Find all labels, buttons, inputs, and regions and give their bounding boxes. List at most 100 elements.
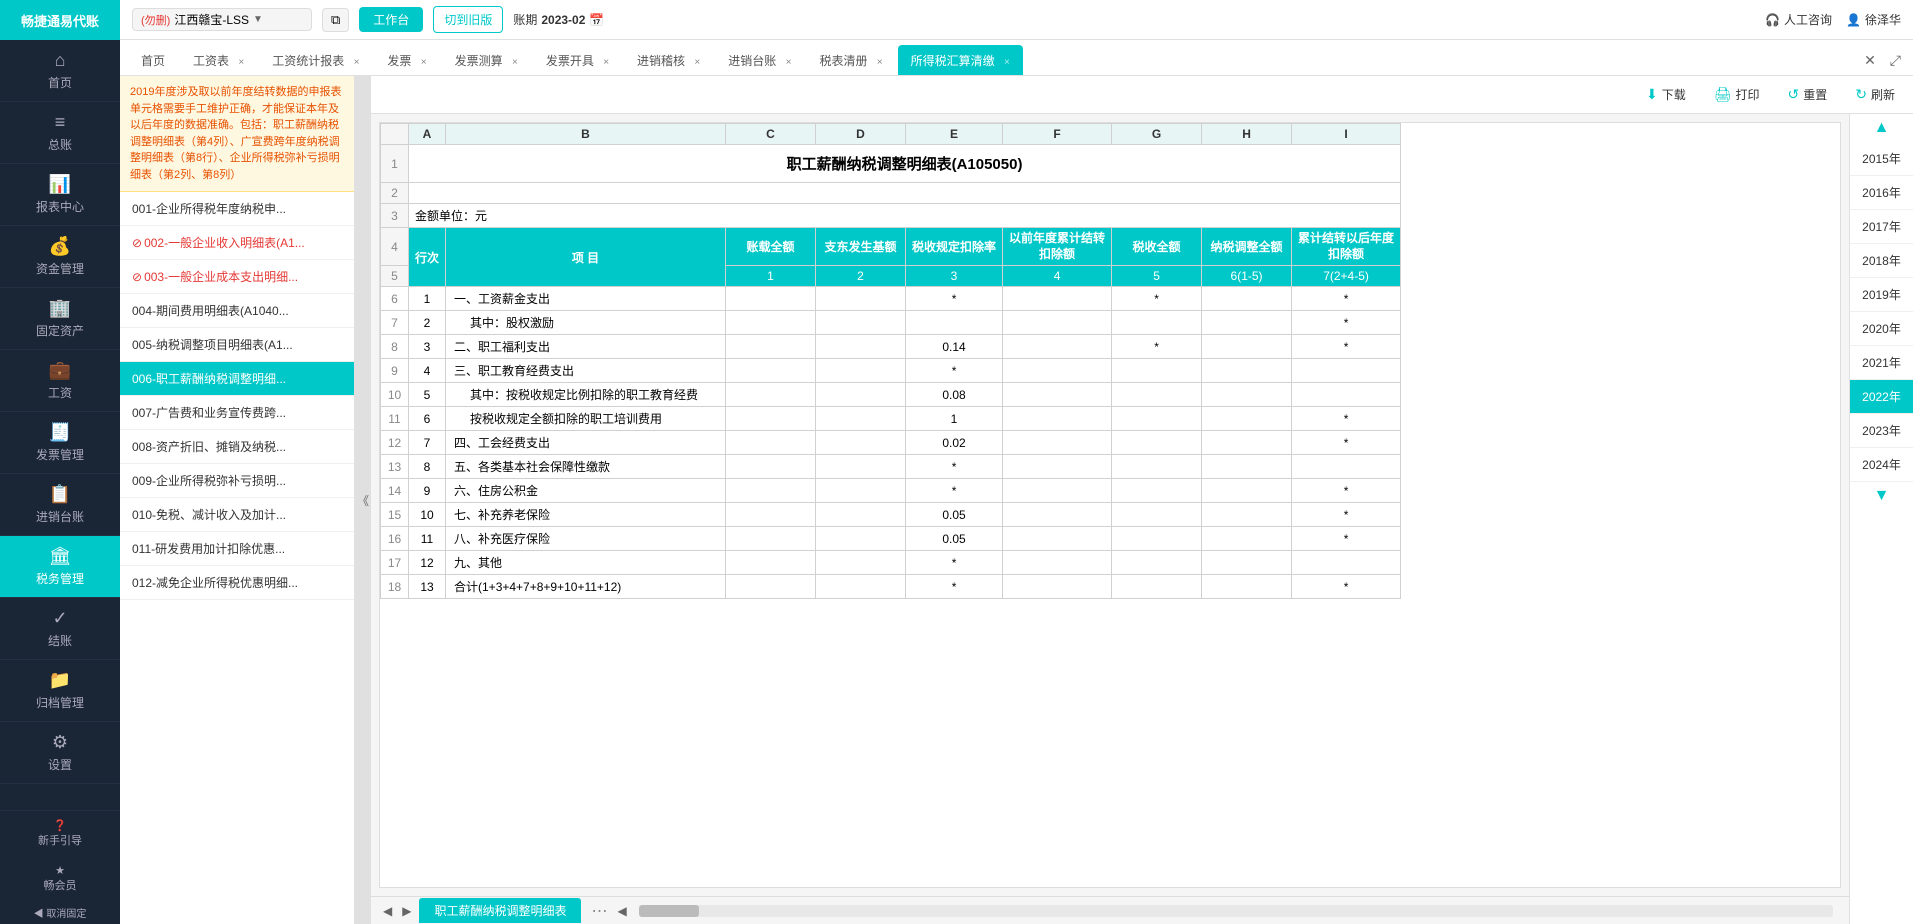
- col9-3[interactable]: [1292, 359, 1401, 383]
- col7-11[interactable]: [1112, 551, 1202, 575]
- year-2023[interactable]: 2023年: [1850, 414, 1913, 448]
- col8-11[interactable]: [1202, 551, 1292, 575]
- table-row[interactable]: 13 8 五、各类基本社会保障性缴款 *: [381, 455, 1401, 479]
- form-list-item-004[interactable]: 004-期间费用明细表(A1040...: [120, 294, 354, 328]
- col5-10[interactable]: 0.05: [906, 527, 1003, 551]
- close-tab-invoice[interactable]: ×: [421, 57, 427, 68]
- sidebar-item-home[interactable]: ⌂ 首页: [0, 40, 120, 102]
- sidebar-item-payroll[interactable]: 💼 工资: [0, 350, 120, 412]
- old-version-button[interactable]: 切到旧版: [433, 6, 503, 33]
- table-row[interactable]: 18 13 合计(1+3+4+7+8+9+10+11+12) * *: [381, 575, 1401, 599]
- table-row[interactable]: 9 4 三、职工教育经费支出 *: [381, 359, 1401, 383]
- col3-3[interactable]: [726, 359, 816, 383]
- col7-9[interactable]: [1112, 503, 1202, 527]
- form-list-item-001[interactable]: 001-企业所得税年度纳税申...: [120, 192, 354, 226]
- table-row[interactable]: 12 7 四、工会经费支出 0.02 *: [381, 431, 1401, 455]
- close-tab-income-tax[interactable]: ×: [1004, 57, 1010, 68]
- col9-10[interactable]: *: [1292, 527, 1401, 551]
- col4-6[interactable]: [816, 431, 906, 455]
- calendar-icon[interactable]: 📅: [589, 13, 604, 27]
- print-button[interactable]: 🖨 打印: [1708, 84, 1766, 105]
- col3-8[interactable]: [726, 479, 816, 503]
- col6-0[interactable]: [1003, 287, 1112, 311]
- sidebar-item-reports[interactable]: 📊 报表中心: [0, 164, 120, 226]
- col5-9[interactable]: 0.05: [906, 503, 1003, 527]
- col6-2[interactable]: [1003, 335, 1112, 359]
- copy-icon[interactable]: ⧉: [322, 8, 349, 32]
- year-2024[interactable]: 2024年: [1850, 448, 1913, 482]
- col6-4[interactable]: [1003, 383, 1112, 407]
- col3-1[interactable]: [726, 311, 816, 335]
- form-list-item-009[interactable]: 009-企业所得税弥补亏损明...: [120, 464, 354, 498]
- col8-0[interactable]: [1202, 287, 1292, 311]
- sidebar-item-member[interactable]: ★ 畅会员: [0, 856, 120, 901]
- col9-8[interactable]: *: [1292, 479, 1401, 503]
- tab-tax-book[interactable]: 税表清册 ×: [806, 45, 895, 75]
- form-list-item-003[interactable]: ⊘003-一般企业成本支出明细...: [120, 260, 354, 294]
- form-list-item-012[interactable]: 012-减免企业所得税优惠明细...: [120, 566, 354, 600]
- col3-11[interactable]: [726, 551, 816, 575]
- col4-12[interactable]: [816, 575, 906, 599]
- sheet-menu-button[interactable]: ⋯: [585, 901, 613, 921]
- year-nav-up[interactable]: ▲: [1850, 114, 1913, 142]
- year-2018[interactable]: 2018年: [1850, 244, 1913, 278]
- col6-3[interactable]: [1003, 359, 1112, 383]
- col9-1[interactable]: *: [1292, 311, 1401, 335]
- col8-2[interactable]: [1202, 335, 1292, 359]
- sidebar-item-ledger[interactable]: ≡ 总账: [0, 102, 120, 164]
- seq-9[interactable]: 10: [409, 503, 446, 527]
- col8-8[interactable]: [1202, 479, 1292, 503]
- col6-8[interactable]: [1003, 479, 1112, 503]
- label-10[interactable]: 八、补充医疗保险: [446, 527, 726, 551]
- year-2016[interactable]: 2016年: [1850, 176, 1913, 210]
- sidebar-item-purchase-sales[interactable]: 📋 进销台账: [0, 474, 120, 536]
- seq-0[interactable]: 1: [409, 287, 446, 311]
- col5-7[interactable]: *: [906, 455, 1003, 479]
- col5-6[interactable]: 0.02: [906, 431, 1003, 455]
- help-button[interactable]: 🎧 人工咨询: [1765, 11, 1832, 28]
- form-list-item-010[interactable]: 010-免税、减计收入及加计...: [120, 498, 354, 532]
- table-row[interactable]: 17 12 九、其他 *: [381, 551, 1401, 575]
- col6-7[interactable]: [1003, 455, 1112, 479]
- col7-5[interactable]: [1112, 407, 1202, 431]
- tab-invoice[interactable]: 发票 ×: [374, 45, 439, 75]
- close-all-tabs-button[interactable]: ✕: [1860, 50, 1880, 71]
- col8-4[interactable]: [1202, 383, 1292, 407]
- sheet-next-button[interactable]: ▶: [398, 902, 415, 920]
- table-row[interactable]: 6 1 一、工资薪金支出 * * *: [381, 287, 1401, 311]
- col7-1[interactable]: [1112, 311, 1202, 335]
- close-tab-payroll-stats[interactable]: ×: [354, 57, 360, 68]
- label-1[interactable]: 其中：股权激励: [446, 311, 726, 335]
- label-12[interactable]: 合计(1+3+4+7+8+9+10+11+12): [446, 575, 726, 599]
- col5-0[interactable]: *: [906, 287, 1003, 311]
- spreadsheet-wrapper[interactable]: A B C D E F G H I: [379, 122, 1841, 888]
- col7-0[interactable]: *: [1112, 287, 1202, 311]
- close-tab-invoice-open[interactable]: ×: [603, 57, 609, 68]
- tab-income-tax[interactable]: 所得税汇算清缴 ×: [898, 45, 1023, 75]
- label-5[interactable]: 按税收规定全额扣除的职工培训费用: [446, 407, 726, 431]
- col5-8[interactable]: *: [906, 479, 1003, 503]
- col8-7[interactable]: [1202, 455, 1292, 479]
- year-2021[interactable]: 2021年: [1850, 346, 1913, 380]
- col6-11[interactable]: [1003, 551, 1112, 575]
- tab-purchase-ledger[interactable]: 进销台账 ×: [715, 45, 804, 75]
- sidebar-item-funds[interactable]: 💰 资金管理: [0, 226, 120, 288]
- col7-4[interactable]: [1112, 383, 1202, 407]
- sidebar-item-cancel-fixed[interactable]: ◀ 取消固定: [0, 901, 120, 924]
- col8-9[interactable]: [1202, 503, 1292, 527]
- seq-8[interactable]: 9: [409, 479, 446, 503]
- col8-6[interactable]: [1202, 431, 1292, 455]
- col5-2[interactable]: 0.14: [906, 335, 1003, 359]
- col4-3[interactable]: [816, 359, 906, 383]
- col3-10[interactable]: [726, 527, 816, 551]
- close-tab-invoice-calc[interactable]: ×: [512, 57, 518, 68]
- seq-7[interactable]: 8: [409, 455, 446, 479]
- col3-9[interactable]: [726, 503, 816, 527]
- refresh-button[interactable]: ↻ 刷新: [1849, 84, 1901, 105]
- close-tab-purchase-check[interactable]: ×: [694, 57, 700, 68]
- seq-3[interactable]: 4: [409, 359, 446, 383]
- col5-5[interactable]: 1: [906, 407, 1003, 431]
- col9-5[interactable]: *: [1292, 407, 1401, 431]
- year-2022[interactable]: 2022年: [1850, 380, 1913, 414]
- col4-2[interactable]: [816, 335, 906, 359]
